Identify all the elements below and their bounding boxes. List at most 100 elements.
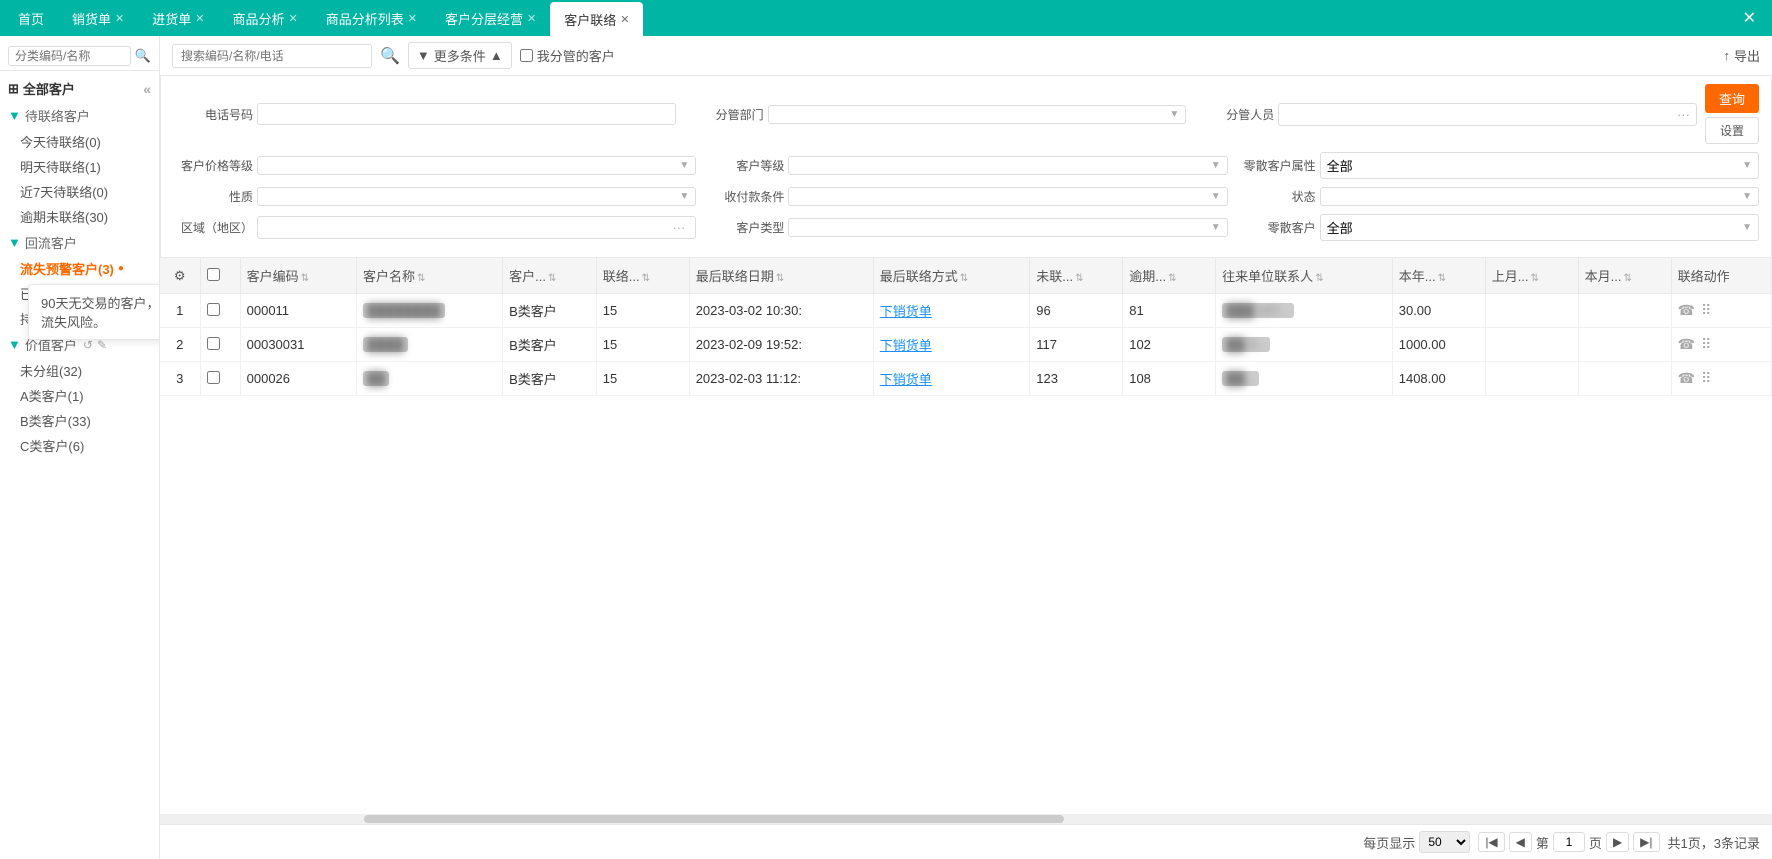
- tab-product-analysis-close[interactable]: ✕: [289, 12, 298, 25]
- filter-more-conditions-button[interactable]: ▼ 更多条件 ▲: [408, 42, 512, 69]
- cell-checkbox[interactable]: [200, 328, 240, 362]
- filter-region-select[interactable]: ···: [257, 216, 696, 239]
- filter-phone-input[interactable]: [257, 103, 676, 125]
- dots-icon-2: ···: [668, 220, 689, 235]
- horizontal-scrollbar[interactable]: [160, 814, 1772, 824]
- tab-product-analysis-list-close[interactable]: ✕: [408, 12, 417, 25]
- tab-customer-contact[interactable]: 客户联络 ✕: [550, 2, 643, 36]
- tab-purchase-close[interactable]: ✕: [195, 12, 204, 25]
- filter-search-button[interactable]: 🔍: [380, 46, 400, 66]
- th-last-contact-date[interactable]: 最后联络日期⇅: [689, 258, 873, 294]
- select-all-checkbox[interactable]: [207, 268, 220, 281]
- filter-customer-level-select[interactable]: ▼: [788, 156, 1227, 175]
- th-this-month[interactable]: 本月...⇅: [1578, 258, 1671, 294]
- per-page-selector: 每页显示 50 100 200: [1363, 831, 1470, 853]
- filter-customer-type-select[interactable]: ▼: [788, 218, 1227, 237]
- filter-payment-select[interactable]: ▼: [788, 187, 1227, 206]
- th-code[interactable]: 客户编码⇅: [240, 258, 356, 294]
- cell-last-contact-method[interactable]: 下销货单: [873, 362, 1030, 396]
- sidebar-item-tomorrow-contact[interactable]: 明天待联络(1): [0, 154, 159, 179]
- settings-button[interactable]: 设置: [1705, 117, 1759, 144]
- sidebar-search-input[interactable]: [8, 46, 131, 66]
- contact-method-link[interactable]: 下销货单: [880, 304, 932, 319]
- cell-last-contact-method[interactable]: 下销货单: [873, 328, 1030, 362]
- sidebar-item-7days-contact[interactable]: 近7天待联络(0): [0, 179, 159, 204]
- filter-person-select[interactable]: ···: [1278, 103, 1697, 126]
- cell-checkbox[interactable]: [200, 362, 240, 396]
- th-checkbox[interactable]: [200, 258, 240, 294]
- cell-last-month: [1485, 294, 1578, 328]
- my-customers-filter[interactable]: 我分管的客户: [520, 46, 615, 65]
- sidebar-item-overdue-contact[interactable]: 逾期未联络(30): [0, 204, 159, 229]
- next-page-button[interactable]: ▶: [1606, 832, 1629, 852]
- page-number-input[interactable]: [1553, 832, 1585, 852]
- tab-purchase[interactable]: 进货单 ✕: [138, 0, 218, 36]
- th-contact[interactable]: 联络...⇅: [596, 258, 689, 294]
- cell-type: B类客户: [503, 294, 597, 328]
- action-more-icon[interactable]: ⠿: [1701, 302, 1711, 319]
- filter-gender-select[interactable]: ▼: [257, 187, 696, 206]
- tab-product-analysis-list[interactable]: 商品分析列表 ✕: [312, 0, 431, 36]
- tab-home[interactable]: 首页: [4, 0, 58, 36]
- th-last-month[interactable]: 上月...⇅: [1485, 258, 1578, 294]
- filter-zero-attr-select[interactable]: 全部 ▼: [1320, 152, 1759, 179]
- th-name[interactable]: 客户名称⇅: [357, 258, 503, 294]
- cell-checkbox[interactable]: [200, 294, 240, 328]
- th-uncontacted[interactable]: 未联...⇅: [1030, 258, 1123, 294]
- cell-this-year: 30.00: [1392, 294, 1485, 328]
- first-page-button[interactable]: |◀: [1478, 832, 1504, 852]
- action-contact-icon[interactable]: ☎: [1678, 302, 1695, 319]
- th-type[interactable]: 客户...⇅: [503, 258, 597, 294]
- sidebar-item-b-customers[interactable]: B类客户(33): [0, 408, 159, 433]
- row-checkbox[interactable]: [207, 371, 220, 384]
- filter-zero-customer-select[interactable]: 全部 ▼: [1320, 214, 1759, 241]
- th-overdue[interactable]: 逾期...⇅: [1123, 258, 1216, 294]
- sidebar-all-customers[interactable]: ⊞ 全部客户 «: [0, 75, 159, 102]
- sidebar-section-pending[interactable]: ▼ 待联络客户: [0, 102, 159, 129]
- tab-sales[interactable]: 销货单 ✕: [58, 0, 138, 36]
- action-contact-icon[interactable]: ☎: [1678, 336, 1695, 353]
- my-customers-checkbox[interactable]: [520, 49, 533, 62]
- sidebar-item-today-contact[interactable]: 今天待联络(0): [0, 129, 159, 154]
- th-settings[interactable]: ⚙: [160, 258, 200, 294]
- contact-method-link[interactable]: 下销货单: [880, 338, 932, 353]
- th-this-year[interactable]: 本年...⇅: [1392, 258, 1485, 294]
- cell-name: ██: [357, 362, 503, 396]
- cell-this-month: [1578, 362, 1671, 396]
- per-page-select[interactable]: 50 100 200: [1419, 831, 1470, 853]
- contact-method-link[interactable]: 下销货单: [880, 372, 932, 387]
- sidebar-item-unassigned[interactable]: 未分组(32): [0, 358, 159, 383]
- sidebar-item-c-customers[interactable]: C类客户(6): [0, 433, 159, 458]
- filter-dept-select[interactable]: ▼: [768, 105, 1187, 124]
- sidebar-search-icon[interactable]: 🔍: [135, 48, 151, 64]
- row-checkbox[interactable]: [207, 303, 220, 316]
- row-checkbox[interactable]: [207, 337, 220, 350]
- collapse-icon[interactable]: «: [143, 81, 151, 97]
- sidebar-item-a-customers[interactable]: A类客户(1): [0, 383, 159, 408]
- dots-icon: ···: [1677, 107, 1690, 122]
- tab-customer-contact-close[interactable]: ✕: [620, 13, 629, 26]
- cell-last-contact-method[interactable]: 下销货单: [873, 294, 1030, 328]
- cell-overdue: 102: [1123, 328, 1216, 362]
- close-all-tabs-button[interactable]: ✕: [1743, 8, 1768, 28]
- export-button[interactable]: ↑ 导出: [1723, 46, 1760, 65]
- th-unit-contacts[interactable]: 往来单位联系人⇅: [1216, 258, 1393, 294]
- tab-sales-close[interactable]: ✕: [115, 12, 124, 25]
- action-more-icon[interactable]: ⠿: [1701, 370, 1711, 387]
- prev-page-button[interactable]: ◀: [1509, 832, 1532, 852]
- action-contact-icon[interactable]: ☎: [1678, 370, 1695, 387]
- scrollbar-thumb[interactable]: [364, 815, 1064, 823]
- filter-status-select[interactable]: ▼: [1320, 187, 1759, 206]
- sidebar-item-warning-customers[interactable]: 流失预警客户(3) ●: [0, 256, 159, 281]
- sidebar-section-lost[interactable]: ▼ 回流客户: [0, 229, 159, 256]
- tab-customer-segment-close[interactable]: ✕: [527, 12, 536, 25]
- query-button[interactable]: 查询: [1705, 84, 1759, 113]
- th-last-contact-method[interactable]: 最后联络方式⇅: [873, 258, 1030, 294]
- action-more-icon[interactable]: ⠿: [1701, 336, 1711, 353]
- table-row: 2 00030031 ████ B类客户 15 2023-02-09 19:52…: [160, 328, 1772, 362]
- tab-customer-segment[interactable]: 客户分层经营 ✕: [431, 0, 550, 36]
- filter-price-level-select[interactable]: ▼: [257, 156, 696, 175]
- tab-product-analysis[interactable]: 商品分析 ✕: [218, 0, 311, 36]
- last-page-button[interactable]: ▶|: [1633, 832, 1659, 852]
- filter-search-input[interactable]: [172, 44, 372, 68]
